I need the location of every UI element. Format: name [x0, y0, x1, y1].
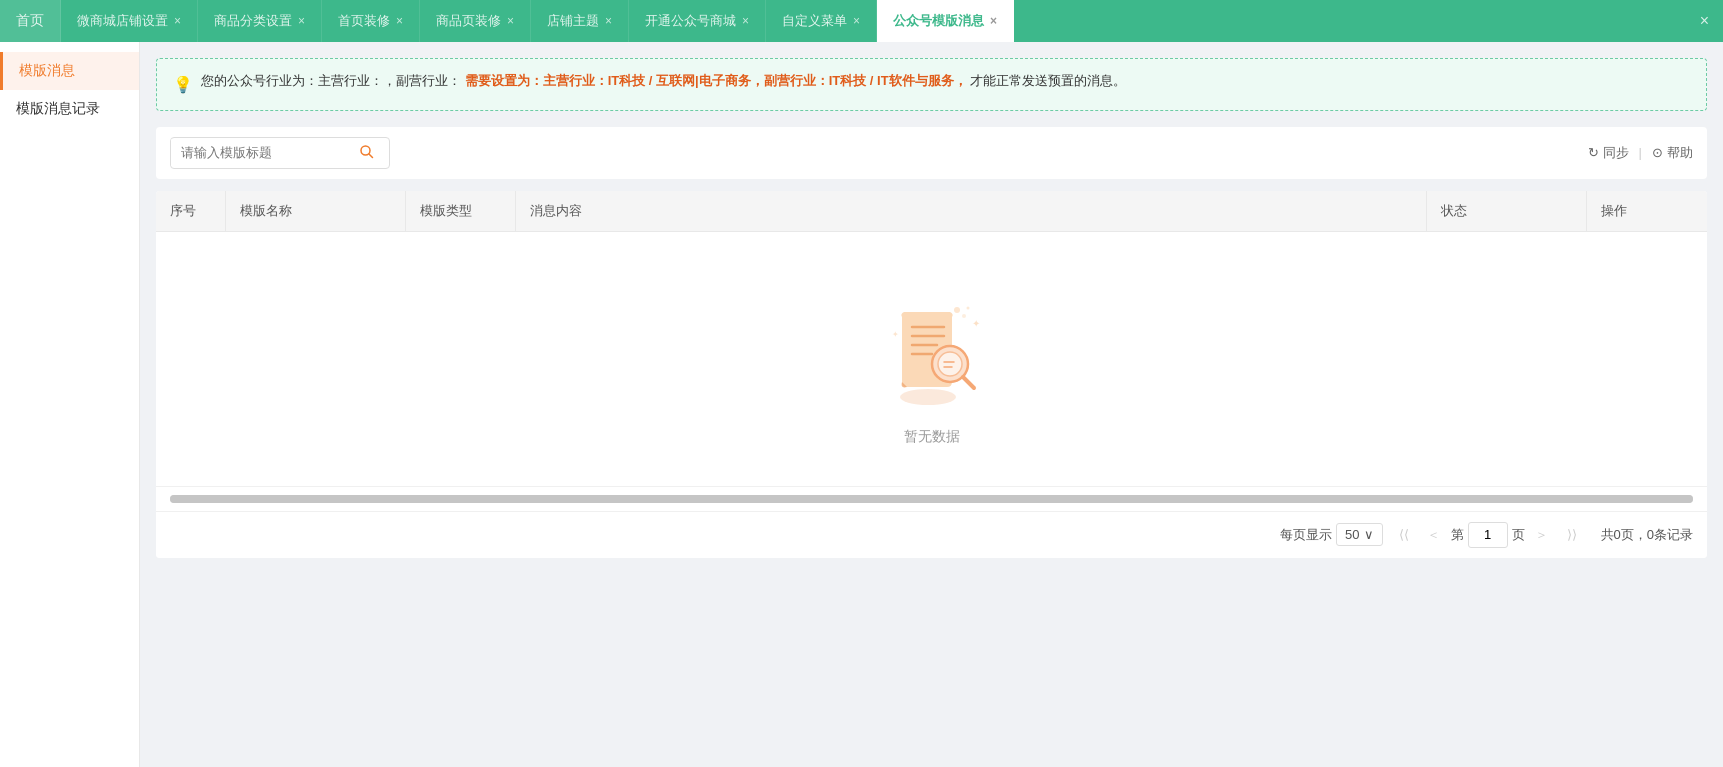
close-tab-store-theme[interactable]: × — [605, 14, 612, 28]
alert-content: 您的公众号行业为：主营行业：，副营行业： 需要设置为：主营行业：IT科技 / 互… — [201, 71, 1126, 92]
tab-shop-settings-label: 微商城店铺设置 — [77, 12, 168, 30]
toolbar: ↻ 同步 | ⊙ 帮助 — [156, 127, 1707, 179]
page-size-dropdown[interactable]: 50 ∨ — [1336, 523, 1382, 546]
tab-template-msg[interactable]: 公众号模版消息 × — [877, 0, 1014, 42]
alert-highlight: 需要设置为：主营行业：IT科技 / 互联网|电子商务，副营行业：IT科技 / I… — [465, 73, 967, 88]
tab-home-decor-label: 首页装修 — [338, 12, 390, 30]
search-button[interactable] — [351, 138, 382, 168]
sidebar-item-template-msg-label: 模版消息 — [19, 62, 75, 78]
svg-point-2 — [900, 389, 956, 405]
close-tab-shop-settings[interactable]: × — [174, 14, 181, 28]
tab-custom-menu[interactable]: 自定义菜单 × — [766, 0, 877, 42]
page-number-input[interactable] — [1468, 522, 1508, 548]
alert-prefix: 您的公众号行业为：主营行业：，副营行业： — [201, 73, 461, 88]
col-index-label: 序号 — [170, 203, 196, 218]
page-input-wrap: 第 页 — [1451, 522, 1525, 548]
sidebar-item-template-msg[interactable]: 模版消息 — [0, 52, 139, 90]
page-size-select: 每页显示 50 ∨ — [1280, 523, 1382, 546]
table-header: 序号 模版名称 模版类型 消息内容 状态 操作 — [156, 191, 1707, 232]
tab-product-category-label: 商品分类设置 — [214, 12, 292, 30]
table-container: 序号 模版名称 模版类型 消息内容 状态 操作 — [156, 191, 1707, 558]
last-page-button[interactable]: ⟩⟩ — [1559, 522, 1585, 548]
empty-state: ✦ ✦ 暂无数据 — [156, 232, 1707, 486]
next-page-button[interactable]: ＞ — [1529, 522, 1555, 548]
tab-open-mall-label: 开通公众号商城 — [645, 12, 736, 30]
page-label: 第 — [1451, 526, 1464, 544]
col-index: 序号 — [156, 191, 226, 231]
tab-product-category[interactable]: 商品分类设置 × — [198, 0, 322, 42]
scrollbar-area — [156, 486, 1707, 511]
col-name: 模版名称 — [226, 191, 406, 231]
col-type-label: 模版类型 — [420, 203, 472, 218]
tab-custom-menu-label: 自定义菜单 — [782, 12, 847, 30]
svg-line-9 — [963, 377, 974, 388]
col-action: 操作 — [1587, 191, 1707, 231]
sidebar-item-template-msg-log[interactable]: 模版消息记录 — [0, 90, 139, 128]
tab-home-label: 首页 — [16, 12, 44, 30]
toolbar-divider: | — [1639, 145, 1642, 160]
horizontal-scrollbar[interactable] — [170, 495, 1693, 503]
svg-text:✦: ✦ — [972, 318, 980, 329]
tab-home-decor[interactable]: 首页装修 × — [322, 0, 420, 42]
col-content: 消息内容 — [516, 191, 1427, 231]
scrollbar-thumb — [170, 495, 1693, 503]
close-tab-product-decor[interactable]: × — [507, 14, 514, 28]
prev-page-button[interactable]: ＜ — [1421, 522, 1447, 548]
close-tab-custom-menu[interactable]: × — [853, 14, 860, 28]
col-type: 模版类型 — [406, 191, 516, 231]
close-tab-template-msg[interactable]: × — [990, 14, 997, 28]
alert-box: 💡 您的公众号行业为：主营行业：，副营行业： 需要设置为：主营行业：IT科技 /… — [156, 58, 1707, 111]
col-name-label: 模版名称 — [240, 203, 292, 218]
col-status: 状态 — [1427, 191, 1587, 231]
svg-point-8 — [938, 352, 962, 376]
sidebar: 模版消息 模版消息记录 — [0, 42, 140, 767]
empty-illustration: ✦ ✦ — [872, 292, 992, 412]
close-tab-home-decor[interactable]: × — [396, 14, 403, 28]
svg-point-14 — [966, 306, 969, 309]
first-page-button[interactable]: ⟨⟨ — [1391, 522, 1417, 548]
tab-template-msg-label: 公众号模版消息 — [893, 12, 984, 30]
sync-icon: ↻ — [1588, 145, 1599, 160]
top-navigation: 首页 微商城店铺设置 × 商品分类设置 × 首页装修 × 商品页装修 × 店铺主… — [0, 0, 1723, 42]
tab-home[interactable]: 首页 — [0, 0, 61, 42]
tab-product-decor-label: 商品页装修 — [436, 12, 501, 30]
sync-label: 同步 — [1603, 144, 1629, 162]
per-page-label: 每页显示 — [1280, 526, 1332, 544]
empty-text: 暂无数据 — [904, 428, 960, 446]
page-nav: ⟨⟨ ＜ 第 页 ＞ ⟩⟩ — [1391, 522, 1585, 548]
close-tab-open-mall[interactable]: × — [742, 14, 749, 28]
sync-button[interactable]: ↻ 同步 — [1588, 144, 1629, 162]
tab-store-theme[interactable]: 店铺主题 × — [531, 0, 629, 42]
svg-point-12 — [954, 307, 960, 313]
page-size-value: 50 — [1345, 527, 1359, 542]
main-layout: 模版消息 模版消息记录 💡 您的公众号行业为：主营行业：，副营行业： 需要设置为… — [0, 42, 1723, 767]
sidebar-item-template-msg-log-label: 模版消息记录 — [16, 100, 100, 116]
page-unit: 页 — [1512, 526, 1525, 544]
svg-text:✦: ✦ — [892, 330, 899, 339]
col-status-label: 状态 — [1441, 203, 1467, 218]
close-tab-product-category[interactable]: × — [298, 14, 305, 28]
search-bar — [170, 137, 390, 169]
total-info: 共0页，0条记录 — [1601, 526, 1693, 544]
content-area: 💡 您的公众号行业为：主营行业：，副营行业： 需要设置为：主营行业：IT科技 /… — [140, 42, 1723, 767]
col-action-label: 操作 — [1601, 203, 1627, 218]
svg-line-1 — [369, 154, 373, 158]
pagination: 每页显示 50 ∨ ⟨⟨ ＜ 第 页 ＞ ⟩⟩ — [156, 511, 1707, 558]
alert-suffix: 才能正常发送预置的消息。 — [970, 73, 1126, 88]
help-icon: ⊙ — [1652, 145, 1663, 160]
help-button[interactable]: ⊙ 帮助 — [1652, 144, 1693, 162]
help-label: 帮助 — [1667, 144, 1693, 162]
tab-open-mall[interactable]: 开通公众号商城 × — [629, 0, 766, 42]
global-close-button[interactable]: × — [1700, 12, 1709, 30]
search-input[interactable] — [171, 139, 351, 166]
svg-point-13 — [962, 314, 966, 318]
chevron-down-icon: ∨ — [1364, 527, 1374, 542]
alert-icon: 💡 — [173, 72, 193, 98]
toolbar-right: ↻ 同步 | ⊙ 帮助 — [1588, 144, 1693, 162]
col-content-label: 消息内容 — [530, 203, 582, 218]
tab-product-decor[interactable]: 商品页装修 × — [420, 0, 531, 42]
tab-shop-settings[interactable]: 微商城店铺设置 × — [61, 0, 198, 42]
tab-store-theme-label: 店铺主题 — [547, 12, 599, 30]
